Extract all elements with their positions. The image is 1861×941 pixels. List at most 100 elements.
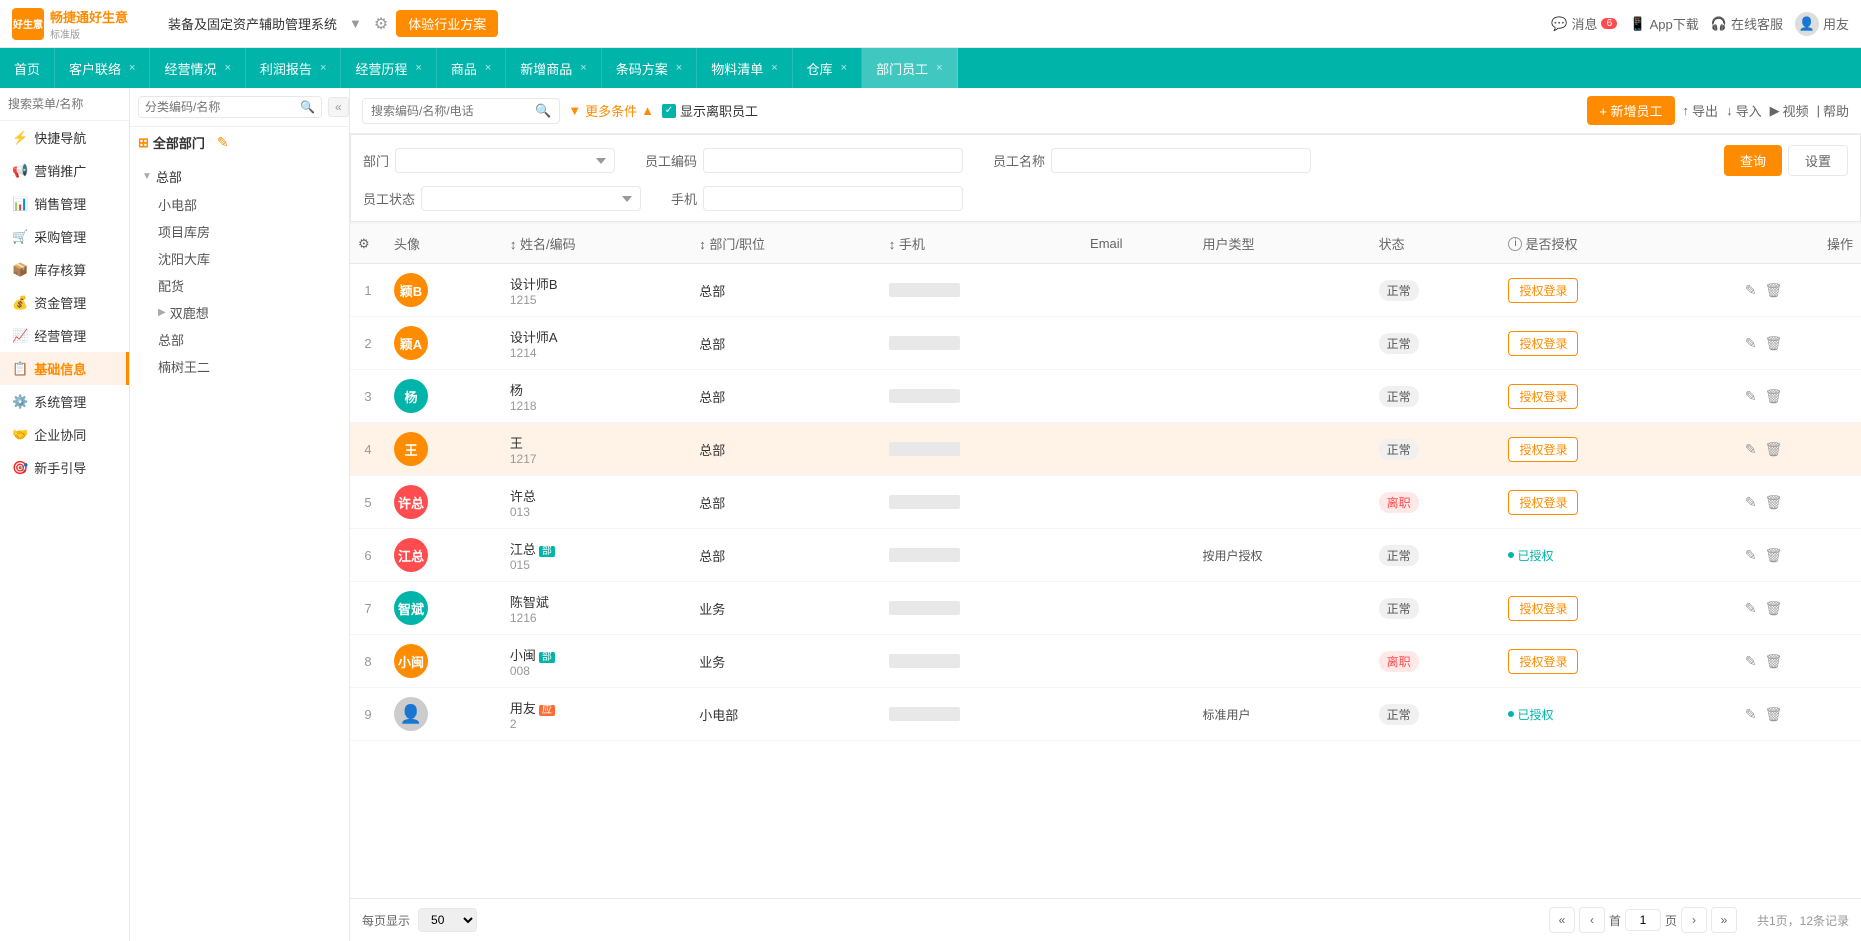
view-btn[interactable]: ▶ 视频 [1770, 101, 1809, 120]
sidebar-item-inventory[interactable]: 📦 库存核算 [0, 253, 129, 286]
emp-name-input[interactable] [1051, 148, 1311, 173]
more-filter-btn[interactable]: ▼ 更多条件 ▲ [568, 101, 654, 120]
delete-btn[interactable]: 🗑 [1765, 547, 1783, 564]
user-btn[interactable]: 👤 用友 [1795, 12, 1849, 36]
edit-btn[interactable]: ✎ [1745, 706, 1757, 723]
sidebar-item-sales[interactable]: 📊 销售管理 [0, 187, 129, 220]
delete-btn[interactable]: 🗑 [1765, 653, 1783, 670]
edit-btn[interactable]: ✎ [1745, 335, 1757, 352]
export-btn[interactable]: ↑ 导出 [1683, 101, 1719, 120]
edit-btn[interactable]: ✎ [1745, 282, 1757, 299]
th-settings[interactable]: ⚙ [350, 224, 386, 264]
nav-tab-条码方案[interactable]: 条码方案× [602, 48, 697, 88]
emp-status-select[interactable] [421, 186, 641, 211]
import-btn[interactable]: ↓ 导入 [1726, 101, 1762, 120]
sidebar-item-finance[interactable]: 💰 资金管理 [0, 286, 129, 319]
delete-btn[interactable]: 🗑 [1765, 388, 1783, 405]
delete-btn[interactable]: 🗑 [1765, 706, 1783, 723]
dept-child-shenyang[interactable]: 沈阳大库 [130, 245, 349, 272]
show-resigned-toggle[interactable]: ✓ 显示离职员工 [662, 101, 758, 120]
th-phone[interactable]: ↕ 手机 [881, 224, 1082, 264]
close-tab-icon[interactable]: × [224, 62, 230, 74]
search-input[interactable] [371, 104, 531, 118]
sidebar-item-purchase[interactable]: 🛒 采购管理 [0, 220, 129, 253]
auth-login-btn[interactable]: 授权登录 [1508, 490, 1578, 515]
query-btn[interactable]: 查询 [1724, 145, 1782, 176]
dept-search-input[interactable] [145, 100, 300, 114]
sidebar-search-input[interactable] [8, 97, 130, 111]
dept-child-xiaodian[interactable]: 小电部 [130, 191, 349, 218]
app-download-btn[interactable]: 📱 App下载 [1629, 14, 1698, 33]
dept-child-headquarter-sub[interactable]: 总部 [130, 326, 349, 353]
close-tab-icon[interactable]: × [415, 62, 421, 74]
nav-tab-经营情况[interactable]: 经营情况× [150, 48, 245, 88]
delete-btn[interactable]: 🗑 [1765, 600, 1783, 617]
delete-btn[interactable]: 🗑 [1765, 441, 1783, 458]
resigned-checkbox[interactable]: ✓ [662, 104, 676, 118]
sidebar-item-system[interactable]: ⚙️ 系统管理 [0, 385, 129, 418]
nav-tab-新增商品[interactable]: 新增商品× [506, 48, 601, 88]
help-btn[interactable]: | 帮助 [1817, 101, 1849, 120]
next-page-btn[interactable]: › [1681, 907, 1707, 933]
dept-child-shuangluxiang[interactable]: ▶ 双鹿想 [130, 299, 349, 326]
close-tab-icon[interactable]: × [841, 62, 847, 74]
edit-btn[interactable]: ✎ [1745, 600, 1757, 617]
auth-login-btn[interactable]: 授权登录 [1508, 437, 1578, 462]
edit-btn[interactable]: ✎ [1745, 653, 1757, 670]
auth-login-btn[interactable]: 授权登录 [1508, 596, 1578, 621]
close-tab-icon[interactable]: × [129, 62, 135, 74]
reset-btn[interactable]: 设置 [1788, 145, 1848, 176]
nav-tab-客户联络[interactable]: 客户联络× [55, 48, 150, 88]
phone-input[interactable] [703, 186, 963, 211]
nav-tab-经营历程[interactable]: 经营历程× [341, 48, 436, 88]
dept-edit-icon[interactable]: ✎ [217, 134, 229, 151]
auth-login-btn[interactable]: 授权登录 [1508, 649, 1578, 674]
sidebar-item-guide[interactable]: 🎯 新手引导 [0, 451, 129, 484]
edit-btn[interactable]: ✎ [1745, 547, 1757, 564]
page-size-select[interactable]: 50 10 20 100 [418, 908, 477, 932]
sidebar-item-marketing[interactable]: 📢 营销推广 [0, 154, 129, 187]
edit-btn[interactable]: ✎ [1745, 441, 1757, 458]
sidebar-item-operation[interactable]: 📈 经营管理 [0, 319, 129, 352]
nav-tab-仓库[interactable]: 仓库× [793, 48, 862, 88]
try-btn[interactable]: 体验行业方案 [396, 10, 498, 37]
close-tab-icon[interactable]: × [676, 62, 682, 74]
dropdown-arrow-icon[interactable]: ▼ [349, 16, 362, 31]
edit-btn[interactable]: ✎ [1745, 388, 1757, 405]
message-btn[interactable]: 💬 消息 6 [1551, 14, 1617, 33]
current-page-input[interactable] [1625, 909, 1661, 931]
delete-btn[interactable]: 🗑 [1765, 335, 1783, 352]
auth-login-btn[interactable]: 授权登录 [1508, 331, 1578, 356]
dept-node-label-headquarter[interactable]: ▼ 总部 [130, 162, 349, 191]
nav-tab-首页[interactable]: 首页 [0, 48, 55, 88]
close-tab-icon[interactable]: × [320, 62, 326, 74]
nav-tab-物料清单[interactable]: 物料清单× [697, 48, 792, 88]
th-name-code[interactable]: ↕ 姓名/编码 [502, 224, 691, 264]
dept-filter-select[interactable] [395, 148, 615, 173]
settings-icon[interactable]: ⚙ [374, 14, 388, 34]
close-tab-icon[interactable]: × [936, 62, 942, 74]
sidebar-item-cooperation[interactable]: 🤝 企业协同 [0, 418, 129, 451]
collapse-btn[interactable]: « [328, 97, 349, 117]
close-tab-icon[interactable]: × [771, 62, 777, 74]
first-page-btn[interactable]: « [1549, 907, 1575, 933]
prev-page-btn[interactable]: ‹ [1579, 907, 1605, 933]
auth-login-btn[interactable]: 授权登录 [1508, 384, 1578, 409]
nav-tab-商品[interactable]: 商品× [437, 48, 506, 88]
auth-login-btn[interactable]: 授权登录 [1508, 278, 1578, 303]
all-dept-label[interactable]: ⊞ 全部部门 [138, 133, 205, 152]
emp-code-input[interactable] [703, 148, 963, 173]
th-dept-position[interactable]: ↕ 部门/职位 [691, 224, 880, 264]
nav-tab-利润报告[interactable]: 利润报告× [246, 48, 341, 88]
close-tab-icon[interactable]: × [580, 62, 586, 74]
close-tab-icon[interactable]: × [485, 62, 491, 74]
sidebar-item-quick-nav[interactable]: ⚡ 快捷导航 [0, 121, 129, 154]
dept-child-distribution[interactable]: 配货 [130, 272, 349, 299]
edit-btn[interactable]: ✎ [1745, 494, 1757, 511]
service-btn[interactable]: 🎧 在线客服 [1711, 14, 1783, 33]
last-page-btn[interactable]: » [1711, 907, 1737, 933]
delete-btn[interactable]: 🗑 [1765, 494, 1783, 511]
sidebar-item-basic-info[interactable]: 📋 基础信息 [0, 352, 129, 385]
add-employee-btn[interactable]: + 新增员工 [1587, 96, 1674, 125]
dept-child-nanshu[interactable]: 楠树王二 [130, 353, 349, 380]
